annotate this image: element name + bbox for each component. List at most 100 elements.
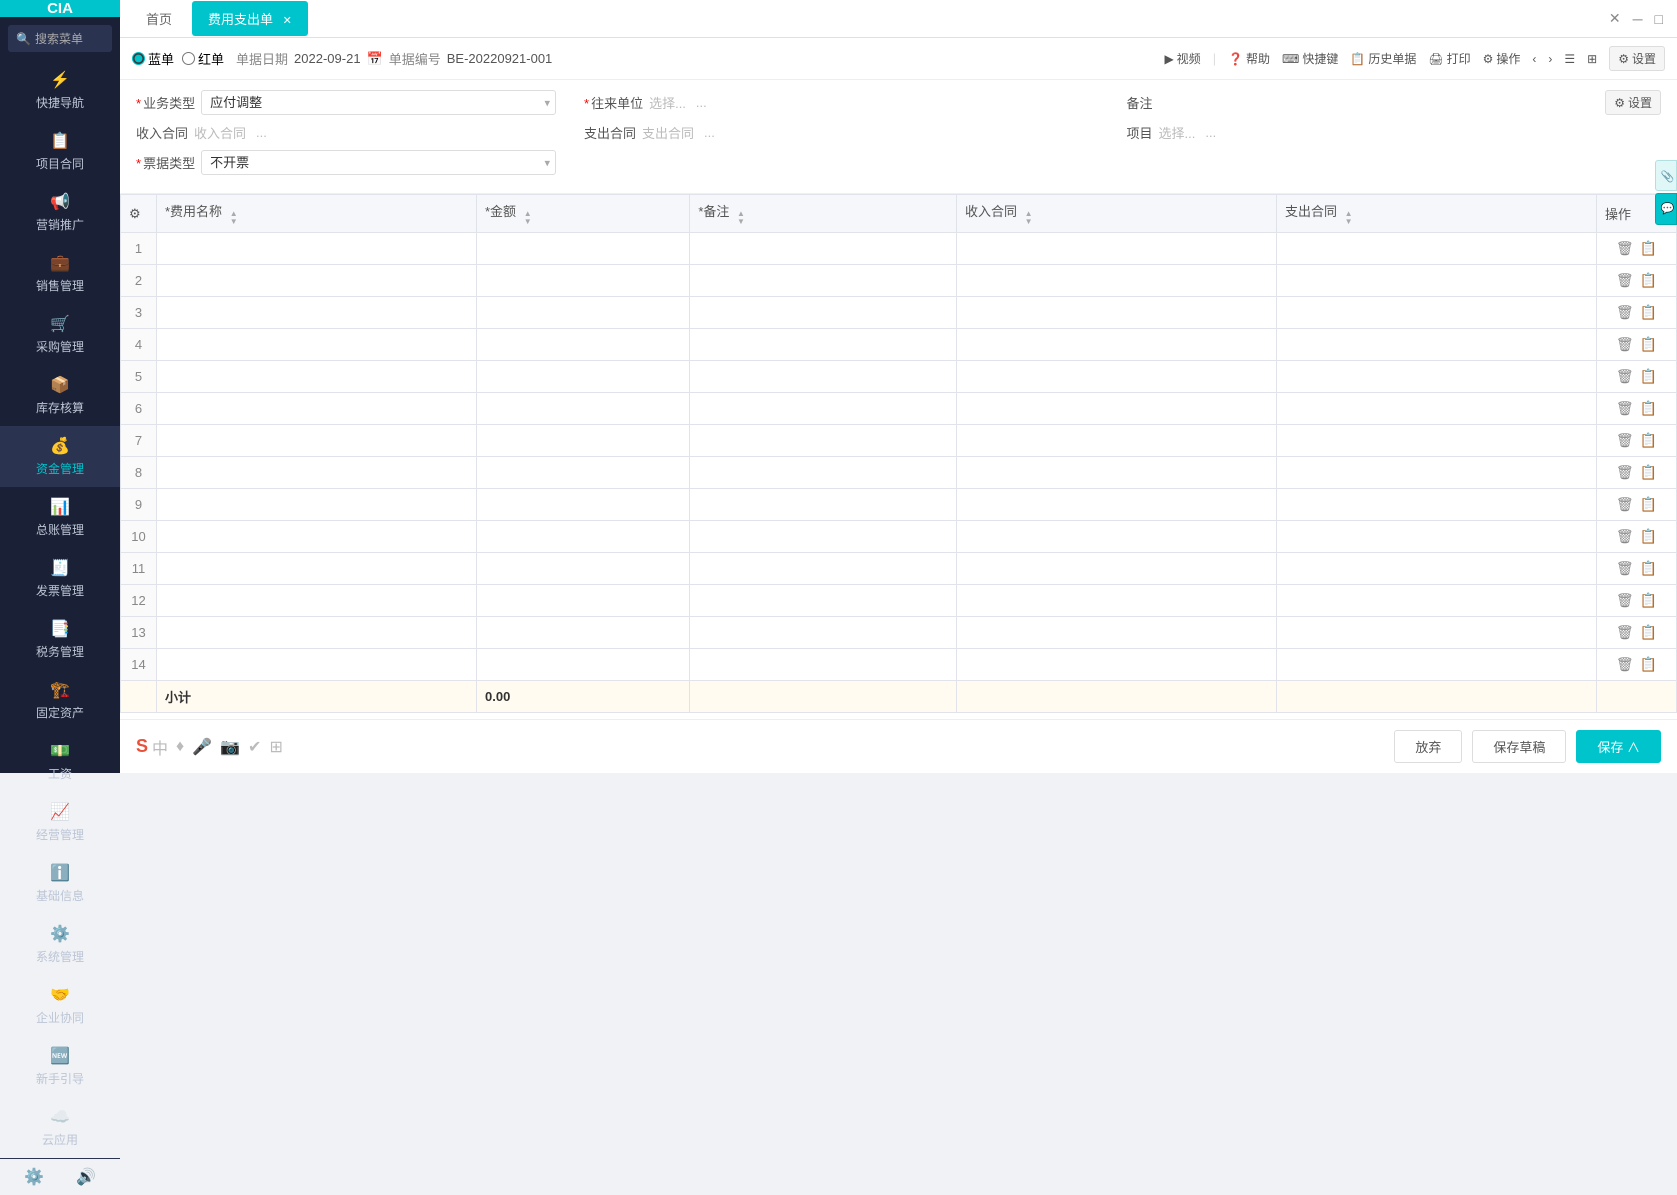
calendar-icon[interactable]: 📅 [367, 51, 383, 67]
volume-icon[interactable]: 🔊 [76, 1167, 96, 1187]
row-delete-icon[interactable]: 🗑 [1616, 272, 1634, 289]
radio-red-input[interactable] [182, 52, 195, 65]
col-header-note[interactable]: *备注 ▲▼ [690, 195, 957, 233]
sidebar-search-button[interactable]: 🔍 搜索菜单 [8, 25, 112, 52]
row-delete-icon[interactable]: 🗑 [1616, 400, 1634, 417]
footer-icon-camera[interactable]: 📷 [220, 737, 240, 757]
sidebar-item-quick-nav[interactable]: ⚡ 快捷导航 [0, 60, 120, 121]
radio-red-label[interactable]: 红单 [182, 49, 224, 68]
sidebar-item-fund[interactable]: 💰 资金管理 [0, 426, 120, 487]
radio-blue-input[interactable] [132, 52, 145, 65]
col-header-amount[interactable]: *金额 ▲▼ [477, 195, 690, 233]
sidebar-item-accounting[interactable]: 📊 总账管理 [0, 487, 120, 548]
sidebar-item-enterprise[interactable]: 🤝 企业协同 [0, 975, 120, 1036]
row-copy-icon[interactable]: 📋 [1640, 656, 1657, 673]
tab-expense-bill[interactable]: 费用支出单 ✕ [192, 1, 308, 36]
footer-icon-grid[interactable]: ⊞ [269, 737, 282, 757]
sidebar-item-cloud[interactable]: ☁️ 云应用 [0, 1097, 120, 1158]
sidebar-item-operations[interactable]: 📈 经营管理 [0, 792, 120, 853]
row-delete-icon[interactable]: 🗑 [1616, 336, 1634, 353]
sidebar-item-basic-info[interactable]: ℹ️ 基础信息 [0, 853, 120, 914]
side-btn-2[interactable]: 💬 [1655, 193, 1677, 224]
footer-icon-check[interactable]: ✔ [248, 737, 261, 757]
project-dots[interactable]: ... [1205, 125, 1216, 140]
shortcut-btn[interactable]: ⌨ 快捷键 [1282, 50, 1338, 67]
view-list-btn[interactable]: ☰ [1564, 52, 1575, 66]
sidebar-item-new-guide[interactable]: 🆕 新手引导 [0, 1036, 120, 1097]
row-copy-icon[interactable]: 📋 [1640, 528, 1657, 545]
row-copy-icon[interactable]: 📋 [1640, 272, 1657, 289]
sidebar-item-system[interactable]: ⚙️ 系统管理 [0, 914, 120, 975]
side-btn-1[interactable]: 📎 [1655, 160, 1677, 191]
sidebar-item-fixed-assets[interactable]: 🏗️ 固定资产 [0, 670, 120, 731]
col-header-expense[interactable]: 支出合同 ▲▼ [1276, 195, 1596, 233]
tab-home[interactable]: 首页 [130, 1, 188, 36]
sidebar-item-sales[interactable]: 💼 销售管理 [0, 243, 120, 304]
business-type-select[interactable]: 应付调整 [201, 90, 556, 115]
settings-btn[interactable]: ⚙ 设置 [1609, 46, 1665, 71]
row-delete-icon[interactable]: 🗑 [1616, 464, 1634, 481]
row-copy-icon[interactable]: 📋 [1640, 240, 1657, 257]
row-copy-icon[interactable]: 📋 [1640, 560, 1657, 577]
sort-arrows-name[interactable]: ▲▼ [230, 210, 238, 226]
col-header-income[interactable]: 收入合同 ▲▼ [956, 195, 1276, 233]
window-maximize-btn[interactable]: □ [1651, 8, 1667, 29]
nav-next-btn[interactable]: › [1548, 52, 1552, 66]
sidebar-item-salary[interactable]: 💵 工资 [0, 731, 120, 792]
settings-icon[interactable]: ⚙ [129, 206, 141, 221]
note-settings-btn[interactable]: ⚙ 设置 [1605, 90, 1661, 115]
window-minimize-btn[interactable]: ─ [1629, 8, 1647, 29]
view-grid-btn[interactable]: ⊞ [1587, 52, 1597, 66]
operate-btn[interactable]: ⚙ 操作 [1483, 50, 1521, 67]
row-delete-icon[interactable]: 🗑 [1616, 240, 1634, 257]
print-btn[interactable]: 🖨 打印 [1428, 50, 1470, 67]
row-copy-icon[interactable]: 📋 [1640, 432, 1657, 449]
sidebar-item-purchase[interactable]: 🛒 采购管理 [0, 304, 120, 365]
tab-close-btn[interactable]: ✕ [283, 15, 292, 27]
sidebar-item-invoice[interactable]: 🧾 发票管理 [0, 548, 120, 609]
sort-arrows-amount[interactable]: ▲▼ [524, 210, 532, 226]
sort-arrows-expense[interactable]: ▲▼ [1345, 210, 1353, 226]
row-copy-icon[interactable]: 📋 [1640, 400, 1657, 417]
row-delete-icon[interactable]: 🗑 [1616, 368, 1634, 385]
row-copy-icon[interactable]: 📋 [1640, 368, 1657, 385]
discard-button[interactable]: 放弃 [1394, 730, 1462, 763]
row-delete-icon[interactable]: 🗑 [1616, 656, 1634, 673]
row-delete-icon[interactable]: 🗑 [1616, 432, 1634, 449]
footer-icon-diamond[interactable]: ♦ [176, 738, 184, 756]
row-copy-icon[interactable]: 📋 [1640, 336, 1657, 353]
help-btn[interactable]: ❓ 帮助 [1228, 50, 1270, 67]
footer-icon-mic[interactable]: 🎤 [192, 737, 212, 757]
history-btn[interactable]: 📋 历史单据 [1350, 50, 1416, 67]
counterpart-dots[interactable]: ... [696, 95, 707, 110]
footer-icon-zhong[interactable]: 中 [152, 735, 168, 759]
row-copy-icon[interactable]: 📋 [1640, 496, 1657, 513]
row-delete-icon[interactable]: 🗑 [1616, 560, 1634, 577]
income-contract-dots[interactable]: ... [256, 125, 267, 140]
sidebar-item-marketing[interactable]: 📢 营销推广 [0, 182, 120, 243]
row-copy-icon[interactable]: 📋 [1640, 464, 1657, 481]
row-copy-icon[interactable]: 📋 [1640, 592, 1657, 609]
row-delete-icon[interactable]: 🗑 [1616, 304, 1634, 321]
window-close-btn[interactable]: ✕ [1605, 8, 1625, 29]
video-btn[interactable]: ▶ 视频 [1164, 50, 1200, 67]
nav-prev-btn[interactable]: ‹ [1532, 52, 1536, 66]
sidebar-item-project-contract[interactable]: 📋 项目合同 [0, 121, 120, 182]
invoice-type-select[interactable]: 不开票 [201, 150, 556, 175]
col-header-icon[interactable]: ⚙ [121, 195, 157, 233]
row-copy-icon[interactable]: 📋 [1640, 304, 1657, 321]
sidebar-item-tax[interactable]: 📑 税务管理 [0, 609, 120, 670]
save-draft-button[interactable]: 保存草稿 [1472, 730, 1566, 763]
row-delete-icon[interactable]: 🗑 [1616, 624, 1634, 641]
row-delete-icon[interactable]: 🗑 [1616, 592, 1634, 609]
sidebar-item-inventory[interactable]: 📦 库存核算 [0, 365, 120, 426]
sort-arrows-income[interactable]: ▲▼ [1025, 210, 1033, 226]
expense-contract-dots[interactable]: ... [704, 125, 715, 140]
radio-blue-label[interactable]: 蓝单 [132, 49, 174, 68]
sort-arrows-note[interactable]: ▲▼ [737, 210, 745, 226]
row-delete-icon[interactable]: 🗑 [1616, 528, 1634, 545]
row-delete-icon[interactable]: 🗑 [1616, 496, 1634, 513]
row-copy-icon[interactable]: 📋 [1640, 624, 1657, 641]
settings-bottom-icon[interactable]: ⚙️ [24, 1167, 44, 1187]
col-header-name[interactable]: *费用名称 ▲▼ [157, 195, 477, 233]
